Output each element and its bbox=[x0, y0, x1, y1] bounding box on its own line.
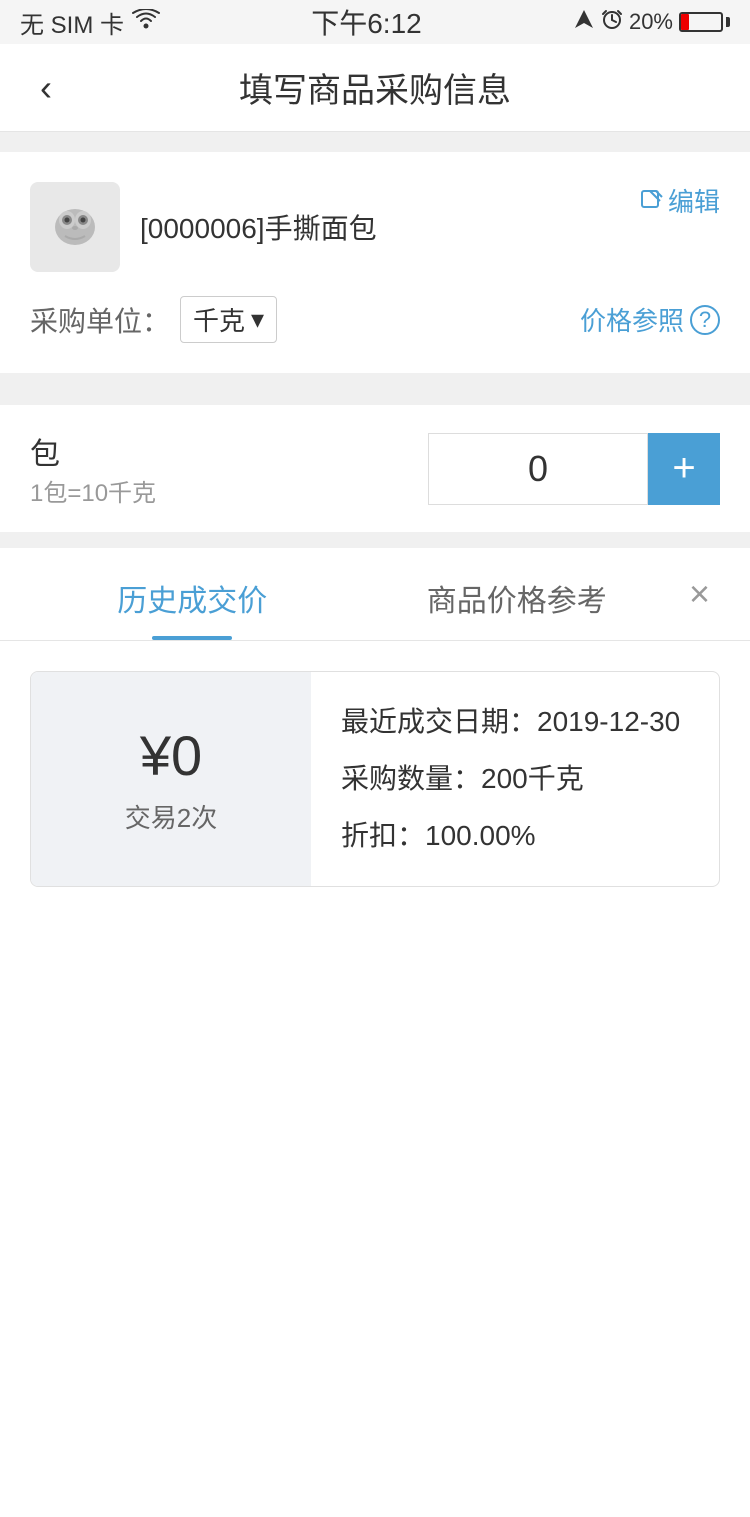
quantity-input-wrap: 0 + bbox=[428, 433, 720, 505]
product-card: [0000006]手撕面包 编辑 采购单位： 千克 ▾ 价格参照 ? bbox=[0, 152, 750, 373]
help-icon: ? bbox=[690, 305, 720, 335]
tab-reference[interactable]: 商品价格参考 bbox=[354, 548, 678, 640]
wifi-icon bbox=[132, 8, 160, 36]
recent-date-value: 2019-12-30 bbox=[537, 706, 680, 737]
tabs-close-button[interactable]: × bbox=[679, 563, 720, 625]
price-reference-button[interactable]: 价格参照 ? bbox=[580, 301, 720, 338]
status-bar: 无 SIM 卡 下午6:12 20 bbox=[0, 0, 750, 44]
nav-bar: ‹ 填写商品采购信息 bbox=[0, 44, 750, 132]
unit-value: 千克 bbox=[193, 301, 245, 338]
product-name: 手撕面包 bbox=[265, 213, 377, 244]
product-logo-icon bbox=[45, 192, 105, 262]
divider-2 bbox=[0, 532, 750, 548]
quantity-input[interactable]: 0 bbox=[428, 433, 648, 505]
price-ref-label: 价格参照 bbox=[580, 301, 684, 338]
history-price-value: ¥0 bbox=[140, 723, 202, 788]
tab-history[interactable]: 历史成交价 bbox=[30, 548, 354, 640]
unit-label: 采购单位： bbox=[30, 300, 170, 340]
discount-value: 100.00% bbox=[425, 820, 536, 851]
recent-date-row: 最近成交日期：2019-12-30 bbox=[341, 702, 689, 741]
alarm-icon bbox=[601, 8, 623, 36]
product-header: [0000006]手撕面包 编辑 bbox=[30, 182, 720, 272]
carrier-text: 无 SIM 卡 bbox=[20, 5, 124, 40]
product-unit-row: 采购单位： 千克 ▾ 价格参照 ? bbox=[30, 296, 720, 343]
tab-history-label: 历史成交价 bbox=[117, 585, 267, 618]
dropdown-arrow-icon: ▾ bbox=[251, 304, 264, 335]
unit-dropdown[interactable]: 千克 ▾ bbox=[180, 296, 277, 343]
tabs-header: 历史成交价 商品价格参考 × bbox=[0, 548, 750, 641]
quantity-unit: 包 bbox=[30, 429, 156, 473]
purchase-quantity-row: 采购数量：200千克 bbox=[341, 759, 689, 798]
quantity-value: 0 bbox=[528, 448, 548, 490]
back-button[interactable]: ‹ bbox=[30, 57, 62, 119]
plus-icon: + bbox=[672, 446, 695, 491]
quantity-sub: 1包=10千克 bbox=[30, 473, 156, 508]
product-id: [0000006] bbox=[140, 213, 265, 244]
purchase-quantity-label: 采购数量： bbox=[341, 763, 481, 794]
discount-label: 折扣： bbox=[341, 820, 425, 851]
history-card: ¥0 交易2次 最近成交日期：2019-12-30 采购数量：200千克 折扣：… bbox=[30, 671, 720, 887]
status-right: 20% bbox=[573, 8, 730, 36]
product-name-wrap: [0000006]手撕面包 bbox=[140, 207, 377, 247]
quantity-label-wrap: 包 1包=10千克 bbox=[30, 429, 156, 508]
recent-date-label: 最近成交日期： bbox=[341, 706, 537, 737]
edit-button[interactable]: 编辑 bbox=[640, 182, 720, 219]
battery-icon bbox=[679, 12, 730, 32]
product-info: [0000006]手撕面包 bbox=[30, 182, 377, 272]
tab-reference-label: 商品价格参考 bbox=[427, 585, 607, 618]
battery-percent: 20% bbox=[629, 9, 673, 35]
quantity-plus-button[interactable]: + bbox=[648, 433, 720, 505]
discount-row: 折扣：100.00% bbox=[341, 816, 689, 855]
product-thumbnail bbox=[30, 182, 120, 272]
history-price-section: ¥0 交易2次 bbox=[31, 672, 311, 886]
gps-icon bbox=[573, 8, 595, 36]
status-time: 下午6:12 bbox=[311, 2, 422, 42]
status-left: 无 SIM 卡 bbox=[20, 5, 160, 40]
history-details-section: 最近成交日期：2019-12-30 采购数量：200千克 折扣：100.00% bbox=[311, 672, 719, 886]
unit-section: 采购单位： 千克 ▾ bbox=[30, 296, 277, 343]
white-area bbox=[0, 917, 750, 1517]
divider-1 bbox=[0, 373, 750, 389]
history-trade-count: 交易2次 bbox=[125, 798, 217, 835]
quantity-row: 包 1包=10千克 0 + bbox=[0, 405, 750, 532]
purchase-quantity-value: 200千克 bbox=[481, 763, 584, 794]
tabs-panel: 历史成交价 商品价格参考 × ¥0 交易2次 最近成交日期：2019-12-30… bbox=[0, 548, 750, 1517]
page-title: 填写商品采购信息 bbox=[239, 63, 511, 112]
